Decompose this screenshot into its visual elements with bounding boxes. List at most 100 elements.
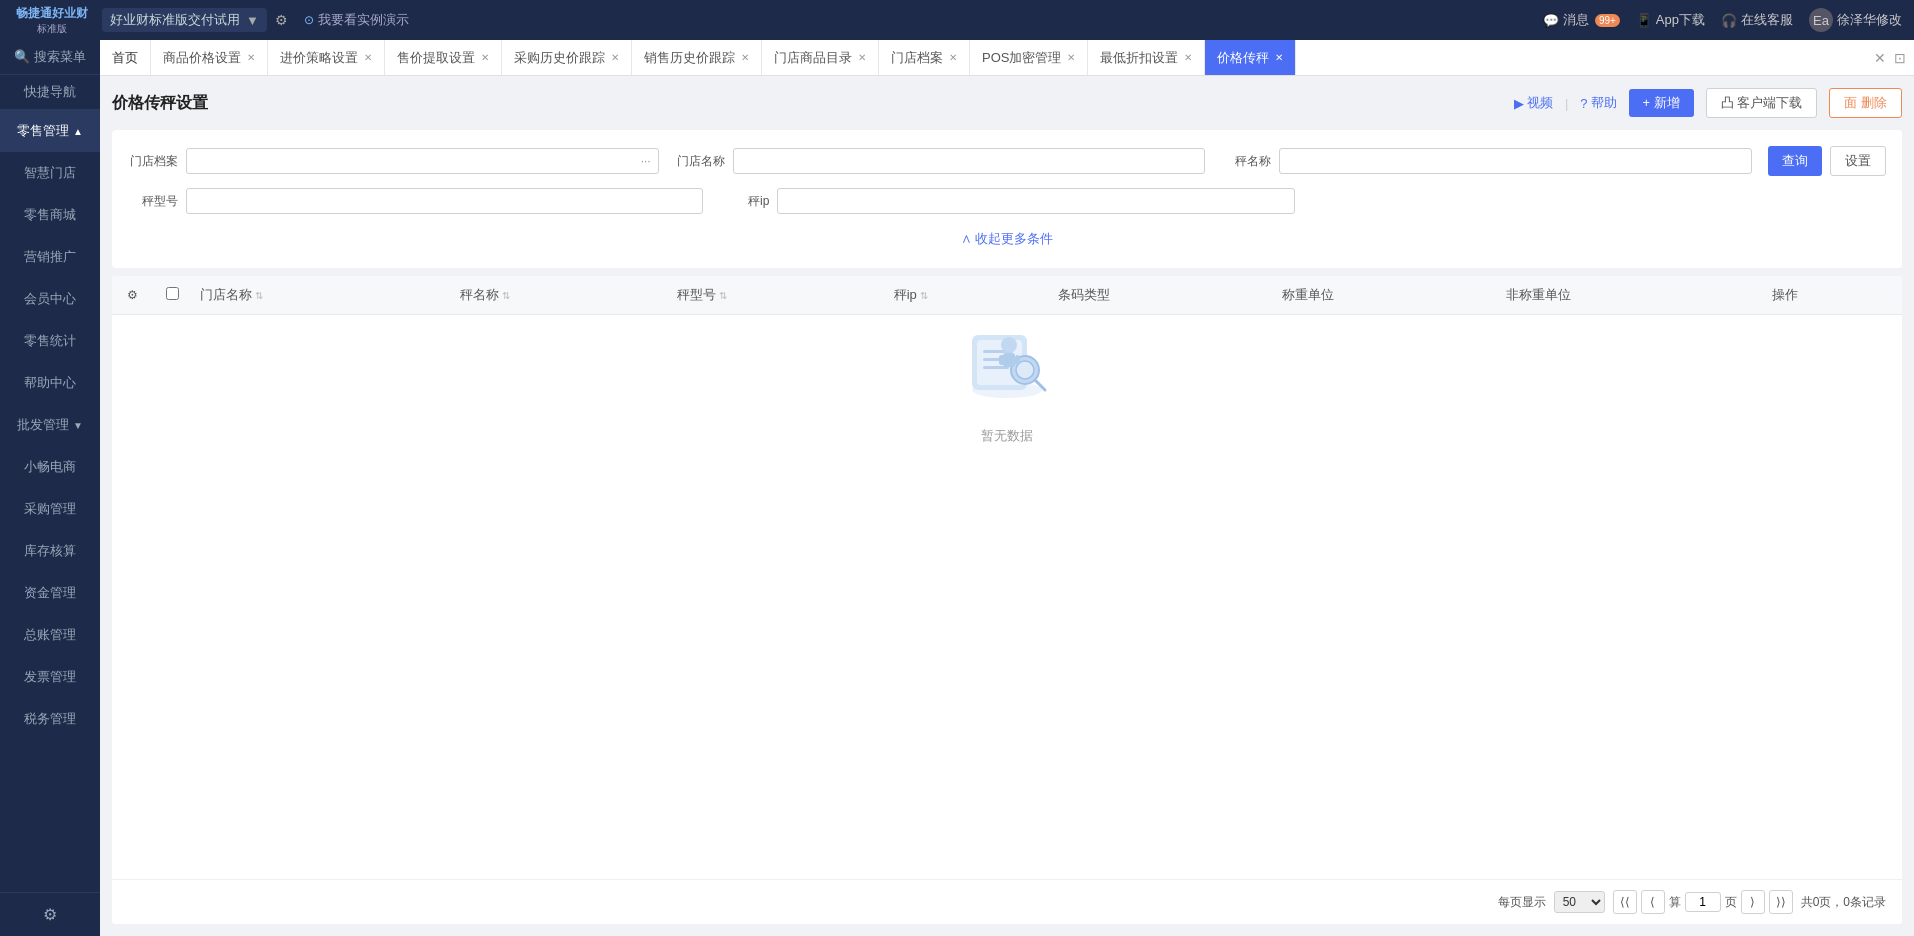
tab-price-scale[interactable]: 价格传秤 ✕ (1205, 40, 1296, 76)
tab-pos-mgmt[interactable]: POS加密管理 ✕ (970, 40, 1088, 76)
th-store-name[interactable]: 门店名称 ⇅ (192, 276, 452, 315)
download-button[interactable]: 凸 客户端下载 (1706, 88, 1818, 118)
store-archive-input[interactable] (186, 148, 659, 174)
maximize-icon[interactable]: ⊡ (1894, 50, 1906, 66)
search-menu[interactable]: 🔍 搜索菜单 (0, 40, 100, 75)
close-icon[interactable]: ✕ (611, 52, 619, 63)
sidebar-item-invoice[interactable]: 发票管理 (0, 656, 100, 698)
sidebar-item-ecommerce[interactable]: 小畅电商 (0, 446, 100, 488)
th-store-name-label: 门店名称 (200, 286, 252, 304)
prev-page-button[interactable]: ⟨ (1641, 890, 1665, 914)
close-icon[interactable]: ✕ (949, 52, 957, 63)
tab-sale-history[interactable]: 销售历史价跟踪 ✕ (632, 40, 762, 76)
demo-button[interactable]: 我要看实例演示 (304, 11, 409, 29)
tab-label: 采购历史价跟踪 (514, 49, 605, 67)
search-icon: 🔍 (14, 49, 30, 64)
sidebar-item-smart-store[interactable]: 智慧门店 (0, 152, 100, 194)
store-name-input[interactable] (733, 148, 1206, 174)
delete-button[interactable]: 面 删除 (1829, 88, 1902, 118)
per-page-label: 每页显示 (1498, 894, 1546, 911)
quick-nav[interactable]: 快捷导航 (0, 75, 100, 110)
scale-ip-input[interactable] (777, 188, 1294, 214)
collapse-label: ∧ 收起更多条件 (961, 230, 1054, 248)
th-checkbox[interactable] (152, 276, 192, 315)
th-settings[interactable]: ⚙ (112, 276, 152, 315)
tab-label: 首页 (112, 49, 138, 67)
sidebar-gear-icon[interactable]: ⚙ (0, 892, 100, 936)
sidebar-item-wholesale[interactable]: 批发管理 ▼ (0, 404, 100, 446)
sort-icon: ⇅ (719, 290, 727, 301)
help-button[interactable]: ? 帮助 (1580, 94, 1616, 112)
chevron-up-icon: ▲ (73, 126, 83, 137)
sidebar-item-purchase[interactable]: 采购管理 (0, 488, 100, 530)
th-weight-unit: 称重单位 (1274, 276, 1498, 315)
tab-min-discount[interactable]: 最低折扣设置 ✕ (1088, 40, 1205, 76)
sidebar-item-retail-mgmt[interactable]: 零售管理 ▲ (0, 110, 100, 152)
app-download-button[interactable]: 📱 App下载 (1636, 11, 1705, 29)
svg-rect-10 (1003, 353, 1015, 367)
sidebar-item-finance[interactable]: 资金管理 (0, 572, 100, 614)
empty-illustration (947, 315, 1067, 415)
add-button[interactable]: + 新增 (1629, 89, 1694, 117)
close-icon[interactable]: ✕ (364, 52, 372, 63)
close-icon[interactable]: ✕ (247, 52, 255, 63)
version-select[interactable]: 好业财标准版交付试用 ▼ (102, 8, 267, 32)
close-icon[interactable]: ✕ (858, 52, 866, 63)
table-wrap: ⚙ 门店名称 ⇅ (112, 276, 1902, 879)
close-icon[interactable]: ✕ (1275, 52, 1283, 63)
th-scale-model[interactable]: 秤型号 ⇅ (669, 276, 886, 315)
close-icon[interactable]: ✕ (1067, 52, 1075, 63)
next-page-button[interactable]: ⟩ (1741, 890, 1765, 914)
settings-button[interactable]: 设置 (1830, 146, 1886, 176)
tab-purchase-history[interactable]: 采购历史价跟踪 ✕ (502, 40, 632, 76)
sidebar-item-tax[interactable]: 税务管理 (0, 698, 100, 740)
close-icon[interactable]: ✕ (741, 52, 749, 63)
sidebar-item-inventory[interactable]: 库存核算 (0, 530, 100, 572)
sort-scale-name[interactable]: 秤名称 ⇅ (460, 286, 661, 304)
first-page-button[interactable]: ⟨⟨ (1613, 890, 1637, 914)
th-scale-name[interactable]: 秤名称 ⇅ (452, 276, 669, 315)
th-scale-ip[interactable]: 秤ip ⇅ (886, 276, 1051, 315)
page-input[interactable] (1685, 892, 1721, 912)
sidebar-item-help[interactable]: 帮助中心 (0, 362, 100, 404)
th-scale-name-label: 秤名称 (460, 286, 499, 304)
close-icon[interactable]: ✕ (481, 52, 489, 63)
tab-label: 最低折扣设置 (1100, 49, 1178, 67)
video-button[interactable]: ▶ 视频 (1514, 94, 1553, 112)
message-button[interactable]: 💬 消息 99+ (1543, 11, 1620, 29)
collapse-button[interactable]: ∧ 收起更多条件 (128, 226, 1886, 252)
th-non-weight-unit: 非称重单位 (1498, 276, 1764, 315)
sort-icon: ⇅ (502, 290, 510, 301)
th-operation-label: 操作 (1772, 287, 1798, 302)
page-size-select[interactable]: 50 10 20 100 (1554, 891, 1605, 913)
sidebar-item-retail-stats[interactable]: 零售统计 (0, 320, 100, 362)
sort-scale-model[interactable]: 秤型号 ⇅ (677, 286, 878, 304)
close-icon[interactable]: ✕ (1184, 52, 1192, 63)
sidebar-item-retail-shop[interactable]: 零售商城 (0, 194, 100, 236)
online-service-button[interactable]: 🎧 在线客服 (1721, 11, 1793, 29)
tab-store-archive[interactable]: 门店档案 ✕ (879, 40, 970, 76)
scale-name-input[interactable] (1279, 148, 1752, 174)
tab-purchase-strategy[interactable]: 进价策略设置 ✕ (268, 40, 385, 76)
last-page-button[interactable]: ⟩⟩ (1769, 890, 1793, 914)
tab-bar: 首页 商品价格设置 ✕ 进价策略设置 ✕ 售价提取设置 ✕ 采购历史价跟踪 ✕ … (100, 40, 1914, 76)
scale-model-input[interactable] (186, 188, 703, 214)
tab-sale-extract[interactable]: 售价提取设置 ✕ (385, 40, 502, 76)
tab-price-setting[interactable]: 商品价格设置 ✕ (151, 40, 268, 76)
user-menu[interactable]: Ea 徐泽华修改 (1809, 8, 1902, 32)
svg-rect-12 (1015, 355, 1020, 365)
sidebar-item-marketing[interactable]: 营销推广 (0, 236, 100, 278)
tab-store-catalog[interactable]: 门店商品目录 ✕ (762, 40, 879, 76)
sort-icon: ⇅ (255, 290, 263, 301)
more-icon[interactable]: ··· (641, 154, 651, 168)
sidebar-item-member[interactable]: 会员中心 (0, 278, 100, 320)
sidebar-item-general-ledger[interactable]: 总账管理 (0, 614, 100, 656)
sort-store-name[interactable]: 门店名称 ⇅ (200, 286, 444, 304)
select-all-checkbox[interactable] (166, 287, 179, 300)
close-tab-icon[interactable]: ✕ (1874, 50, 1886, 66)
quick-nav-label: 快捷导航 (24, 84, 76, 99)
settings-icon[interactable]: ⚙ (275, 12, 288, 28)
sort-scale-ip[interactable]: 秤ip ⇅ (894, 286, 1043, 304)
query-button[interactable]: 查询 (1768, 146, 1822, 176)
tab-home[interactable]: 首页 (100, 40, 151, 76)
